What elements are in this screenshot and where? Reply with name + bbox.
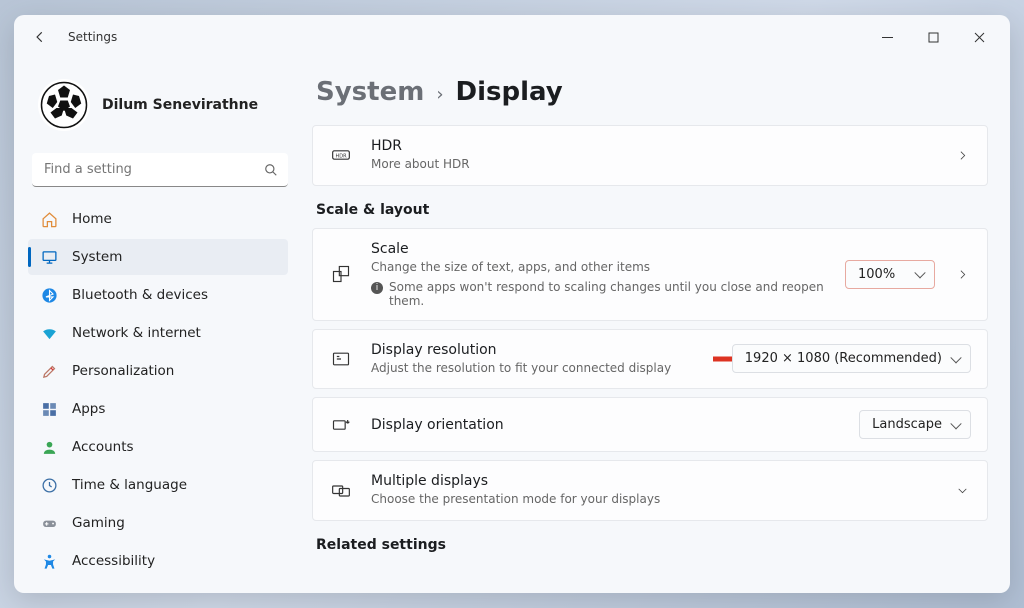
card-subtitle: Change the size of text, apps, and other…: [371, 259, 827, 276]
nav-item-bluetooth[interactable]: Bluetooth & devices: [28, 277, 288, 313]
section-related: Related settings: [316, 537, 988, 553]
card-subtitle: Choose the presentation mode for your di…: [371, 491, 935, 508]
nav-label: Gaming: [72, 515, 125, 531]
gaming-icon: [40, 514, 58, 532]
orientation-icon: [329, 415, 353, 435]
scale-row: Scale Change the size of text, apps, and…: [312, 228, 988, 321]
chevron-down-icon: [953, 484, 971, 497]
nav-label: Network & internet: [72, 325, 201, 341]
nav-label: Bluetooth & devices: [72, 287, 208, 303]
card-title: Scale: [371, 241, 827, 257]
nav-item-time[interactable]: Time & language: [28, 467, 288, 503]
chevron-right-icon: ›: [436, 84, 443, 105]
settings-window: Settings Dilum Senevirathne Home System …: [14, 15, 1010, 593]
resolution-row: Display resolution Adjust the resolution…: [312, 329, 988, 390]
card-title: Multiple displays: [371, 473, 935, 489]
accessibility-icon: [40, 552, 58, 570]
home-icon: [40, 210, 58, 228]
card-subtitle: Adjust the resolution to fit your connec…: [371, 360, 714, 377]
window-controls: [864, 19, 1002, 55]
info-icon: i: [371, 282, 383, 294]
resolution-icon: [329, 349, 353, 369]
search-box: [32, 153, 288, 187]
main-content: System › Display HDR HDR More about HDR …: [306, 59, 1010, 593]
breadcrumb-current: Display: [456, 77, 563, 107]
nav-item-apps[interactable]: Apps: [28, 391, 288, 427]
minimize-button[interactable]: [864, 19, 910, 55]
nav-item-personalization[interactable]: Personalization: [28, 353, 288, 389]
close-button[interactable]: [956, 19, 1002, 55]
chevron-right-icon[interactable]: [953, 268, 971, 281]
card-title: Display orientation: [371, 417, 841, 433]
user-name: Dilum Senevirathne: [102, 97, 258, 113]
nav-item-network[interactable]: Network & internet: [28, 315, 288, 351]
sidebar: Dilum Senevirathne Home System Bluetooth…: [14, 59, 306, 593]
hdr-row[interactable]: HDR HDR More about HDR: [312, 125, 988, 186]
system-icon: [40, 248, 58, 266]
back-button[interactable]: [22, 19, 58, 55]
multiple-displays-icon: [329, 481, 353, 501]
card-title: Display resolution: [371, 342, 714, 358]
orientation-row: Display orientation Landscape: [312, 397, 988, 452]
apps-icon: [40, 400, 58, 418]
wifi-icon: [40, 324, 58, 342]
nav-item-home[interactable]: Home: [28, 201, 288, 237]
nav-label: Time & language: [72, 477, 187, 493]
search-input[interactable]: [32, 153, 288, 187]
search-icon: [264, 163, 278, 177]
nav-list: Home System Bluetooth & devices Network …: [28, 201, 292, 579]
multiple-displays-row[interactable]: Multiple displays Choose the presentatio…: [312, 460, 988, 521]
nav-item-system[interactable]: System: [28, 239, 288, 275]
chevron-right-icon: [953, 149, 971, 162]
maximize-button[interactable]: [910, 19, 956, 55]
hdr-icon: HDR: [329, 145, 353, 165]
nav-label: Accessibility: [72, 553, 155, 569]
scale-dropdown[interactable]: 100%: [845, 260, 935, 289]
bluetooth-icon: [40, 286, 58, 304]
breadcrumb: System › Display: [312, 67, 988, 125]
nav-label: Home: [72, 211, 112, 227]
section-scale-layout: Scale & layout: [316, 202, 988, 218]
avatar: [38, 79, 90, 131]
window-title: Settings: [68, 30, 117, 44]
clock-icon: [40, 476, 58, 494]
nav-item-accounts[interactable]: Accounts: [28, 429, 288, 465]
svg-text:HDR: HDR: [335, 154, 347, 160]
accounts-icon: [40, 438, 58, 456]
nav-label: System: [72, 249, 122, 265]
brush-icon: [40, 362, 58, 380]
nav-label: Personalization: [72, 363, 174, 379]
user-profile[interactable]: Dilum Senevirathne: [28, 69, 292, 147]
card-title: HDR: [371, 138, 935, 154]
nav-item-gaming[interactable]: Gaming: [28, 505, 288, 541]
breadcrumb-parent[interactable]: System: [316, 77, 424, 107]
card-note: Some apps won't respond to scaling chang…: [389, 280, 827, 308]
scale-icon: [329, 264, 353, 284]
nav-label: Apps: [72, 401, 105, 417]
nav-label: Accounts: [72, 439, 134, 455]
orientation-dropdown[interactable]: Landscape: [859, 410, 971, 439]
nav-item-accessibility[interactable]: Accessibility: [28, 543, 288, 579]
card-subtitle: More about HDR: [371, 156, 935, 173]
resolution-dropdown[interactable]: 1920 × 1080 (Recommended): [732, 344, 971, 373]
titlebar: Settings: [14, 15, 1010, 59]
